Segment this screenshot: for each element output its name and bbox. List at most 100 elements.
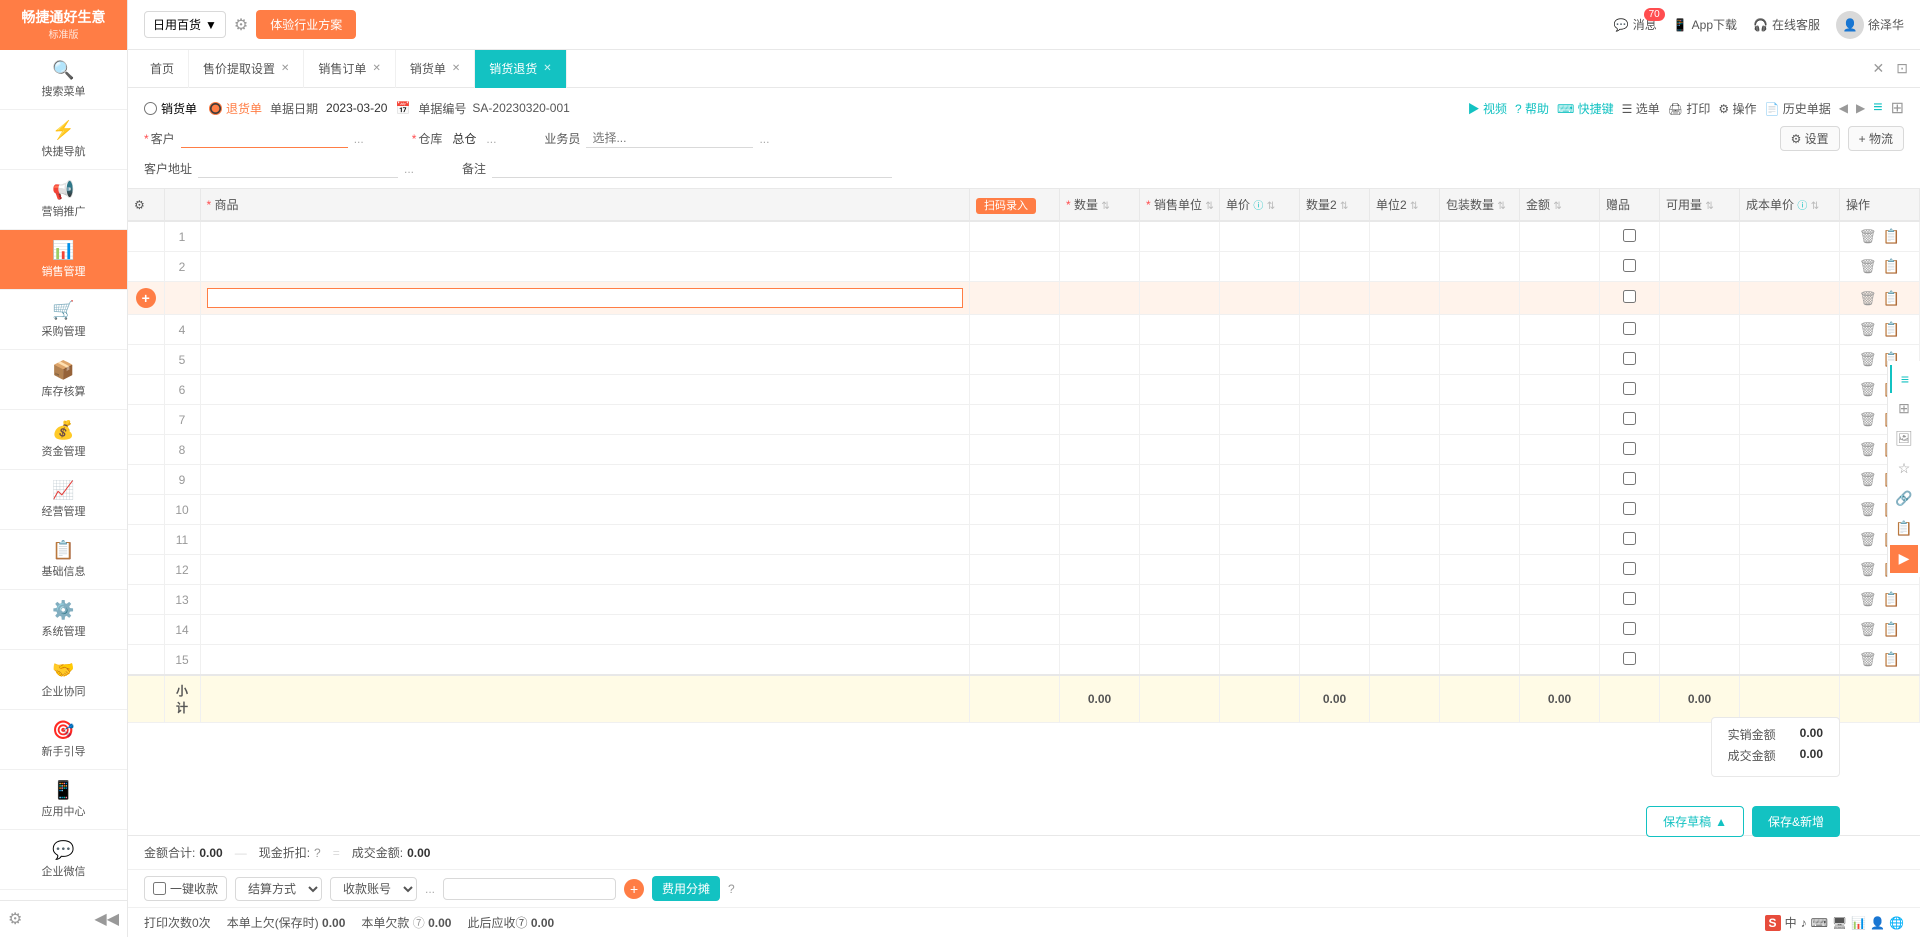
status-globe-icon[interactable]: 🌐 xyxy=(1889,916,1904,930)
tab-sales-return[interactable]: 销货退货 ✕ xyxy=(475,50,566,88)
delete-row-icon[interactable]: 🗑 xyxy=(1859,258,1877,275)
salesperson-select-dots[interactable]: ... xyxy=(759,132,769,146)
unit2-sort-icon[interactable]: ⇅ xyxy=(1410,201,1418,212)
unit2-cell[interactable] xyxy=(1370,645,1440,676)
sale-unit-cell[interactable] xyxy=(1140,345,1220,375)
th-settings[interactable]: ⚙ xyxy=(128,189,164,221)
qty2-cell[interactable] xyxy=(1300,315,1370,345)
toolbar-select[interactable]: ☰ 选单 xyxy=(1622,100,1660,117)
copy-row-icon[interactable]: 📋 xyxy=(1883,228,1900,245)
delete-row-icon[interactable]: 🗑 xyxy=(1859,561,1877,578)
sidebar-item-wechat[interactable]: 💬 企业微信 xyxy=(0,830,127,890)
qty-cell[interactable] xyxy=(1060,555,1140,585)
unit2-cell[interactable] xyxy=(1370,315,1440,345)
status-sound-icon[interactable]: ♪ xyxy=(1801,916,1807,930)
copy-row-icon[interactable]: 📋 xyxy=(1883,621,1900,638)
toolbar-operate[interactable]: ⚙ 操作 xyxy=(1718,100,1756,117)
gift-cell[interactable] xyxy=(1600,615,1660,645)
status-zh-icon[interactable]: 中 xyxy=(1785,914,1797,931)
amount-cell[interactable] xyxy=(1520,315,1600,345)
gift-cell[interactable] xyxy=(1600,221,1660,252)
qty2-cell[interactable] xyxy=(1300,465,1370,495)
sidebar-item-purchase[interactable]: 🛒 采购管理 xyxy=(0,290,127,350)
product-cell[interactable] xyxy=(200,465,970,495)
logistics-button[interactable]: + 物流 xyxy=(1848,126,1904,151)
note-input[interactable] xyxy=(492,159,892,178)
qty2-cell[interactable] xyxy=(1300,252,1370,282)
gift-cell[interactable] xyxy=(1600,345,1660,375)
row-gear-cell[interactable]: + xyxy=(128,282,164,315)
pack-qty-cell[interactable] xyxy=(1440,585,1520,615)
breadcrumb-select[interactable]: 日用百货 ▼ xyxy=(144,11,226,38)
message-button[interactable]: 💬 70 消息 xyxy=(1614,16,1657,33)
th-scan[interactable]: 扫码录入 xyxy=(970,189,1060,221)
status-s-icon[interactable]: S xyxy=(1765,915,1781,931)
gift-checkbox[interactable] xyxy=(1623,652,1636,665)
price-cell[interactable] xyxy=(1220,585,1300,615)
delete-row-icon[interactable]: 🗑 xyxy=(1859,591,1877,608)
address-input[interactable] xyxy=(198,159,398,178)
sale-unit-cell[interactable] xyxy=(1140,525,1220,555)
product-cell[interactable] xyxy=(200,585,970,615)
sale-unit-cell[interactable] xyxy=(1140,375,1220,405)
qty-cell[interactable] xyxy=(1060,465,1140,495)
gift-checkbox[interactable] xyxy=(1623,412,1636,425)
gift-checkbox[interactable] xyxy=(1623,322,1636,335)
sidebar-item-enterprise[interactable]: 🤝 企业协同 xyxy=(0,650,127,710)
qty2-cell[interactable] xyxy=(1300,221,1370,252)
price-cell[interactable] xyxy=(1220,345,1300,375)
gift-cell[interactable] xyxy=(1600,585,1660,615)
qty2-cell[interactable] xyxy=(1300,525,1370,555)
product-cell[interactable] xyxy=(200,645,970,676)
pack-qty-cell[interactable] xyxy=(1440,435,1520,465)
unit2-cell[interactable] xyxy=(1370,615,1440,645)
qty-cell[interactable] xyxy=(1060,495,1140,525)
radio-return[interactable]: 退货单 xyxy=(209,100,262,117)
pack-qty-cell[interactable] xyxy=(1440,405,1520,435)
product-cell[interactable] xyxy=(200,405,970,435)
customer-select-dots[interactable]: ... xyxy=(354,132,364,146)
tab-home[interactable]: 首页 xyxy=(136,50,189,88)
qty-cell[interactable] xyxy=(1060,585,1140,615)
amount-cell[interactable] xyxy=(1520,525,1600,555)
amount-cell[interactable] xyxy=(1520,345,1600,375)
unit2-cell[interactable] xyxy=(1370,252,1440,282)
gift-cell[interactable] xyxy=(1600,525,1660,555)
price-cell[interactable] xyxy=(1220,615,1300,645)
rs-orange-action[interactable]: ▶ xyxy=(1890,545,1918,573)
rs-image-icon[interactable]: 🖼 xyxy=(1890,425,1918,453)
qty2-sort-icon[interactable]: ⇅ xyxy=(1340,201,1348,212)
amount-cell[interactable] xyxy=(1520,405,1600,435)
sidebar-item-inventory[interactable]: 📦 库存核算 xyxy=(0,350,127,410)
salesperson-input[interactable] xyxy=(586,129,753,148)
qty-cell[interactable] xyxy=(1060,282,1140,315)
gift-cell[interactable] xyxy=(1600,495,1660,525)
unit2-cell[interactable] xyxy=(1370,221,1440,252)
amount-cell[interactable] xyxy=(1520,585,1600,615)
gift-cell[interactable] xyxy=(1600,375,1660,405)
pack-qty-cell[interactable] xyxy=(1440,345,1520,375)
user-menu[interactable]: 👤 徐泽华 xyxy=(1836,11,1904,39)
radio-return-input[interactable] xyxy=(209,102,222,115)
gear-settings-icon[interactable]: ⚙ xyxy=(234,15,248,35)
price-cell[interactable] xyxy=(1220,375,1300,405)
scan-button[interactable]: 扫码录入 xyxy=(976,198,1036,214)
account-dots[interactable]: ... xyxy=(425,882,435,896)
qty-cell[interactable] xyxy=(1060,645,1140,676)
qty2-cell[interactable] xyxy=(1300,375,1370,405)
gift-checkbox[interactable] xyxy=(1623,290,1636,303)
product-input[interactable] xyxy=(207,288,964,308)
rs-grid-icon[interactable]: ⊞ xyxy=(1890,395,1918,423)
cost-sort-icon[interactable]: ⇅ xyxy=(1811,201,1819,212)
copy-row-icon[interactable]: 📋 xyxy=(1883,258,1900,275)
price-cell[interactable] xyxy=(1220,221,1300,252)
qty2-cell[interactable] xyxy=(1300,405,1370,435)
toolbar-shortcut[interactable]: ⌨ 快捷键 xyxy=(1557,100,1614,117)
status-monitor-icon[interactable]: 🖥 xyxy=(1832,916,1847,930)
qty2-cell[interactable] xyxy=(1300,435,1370,465)
pack-qty-cell[interactable] xyxy=(1440,555,1520,585)
product-cell[interactable] xyxy=(200,615,970,645)
toolbar-history[interactable]: 📄 历史单据 xyxy=(1764,100,1830,117)
radio-sale-input[interactable] xyxy=(144,102,157,115)
product-cell[interactable] xyxy=(200,435,970,465)
